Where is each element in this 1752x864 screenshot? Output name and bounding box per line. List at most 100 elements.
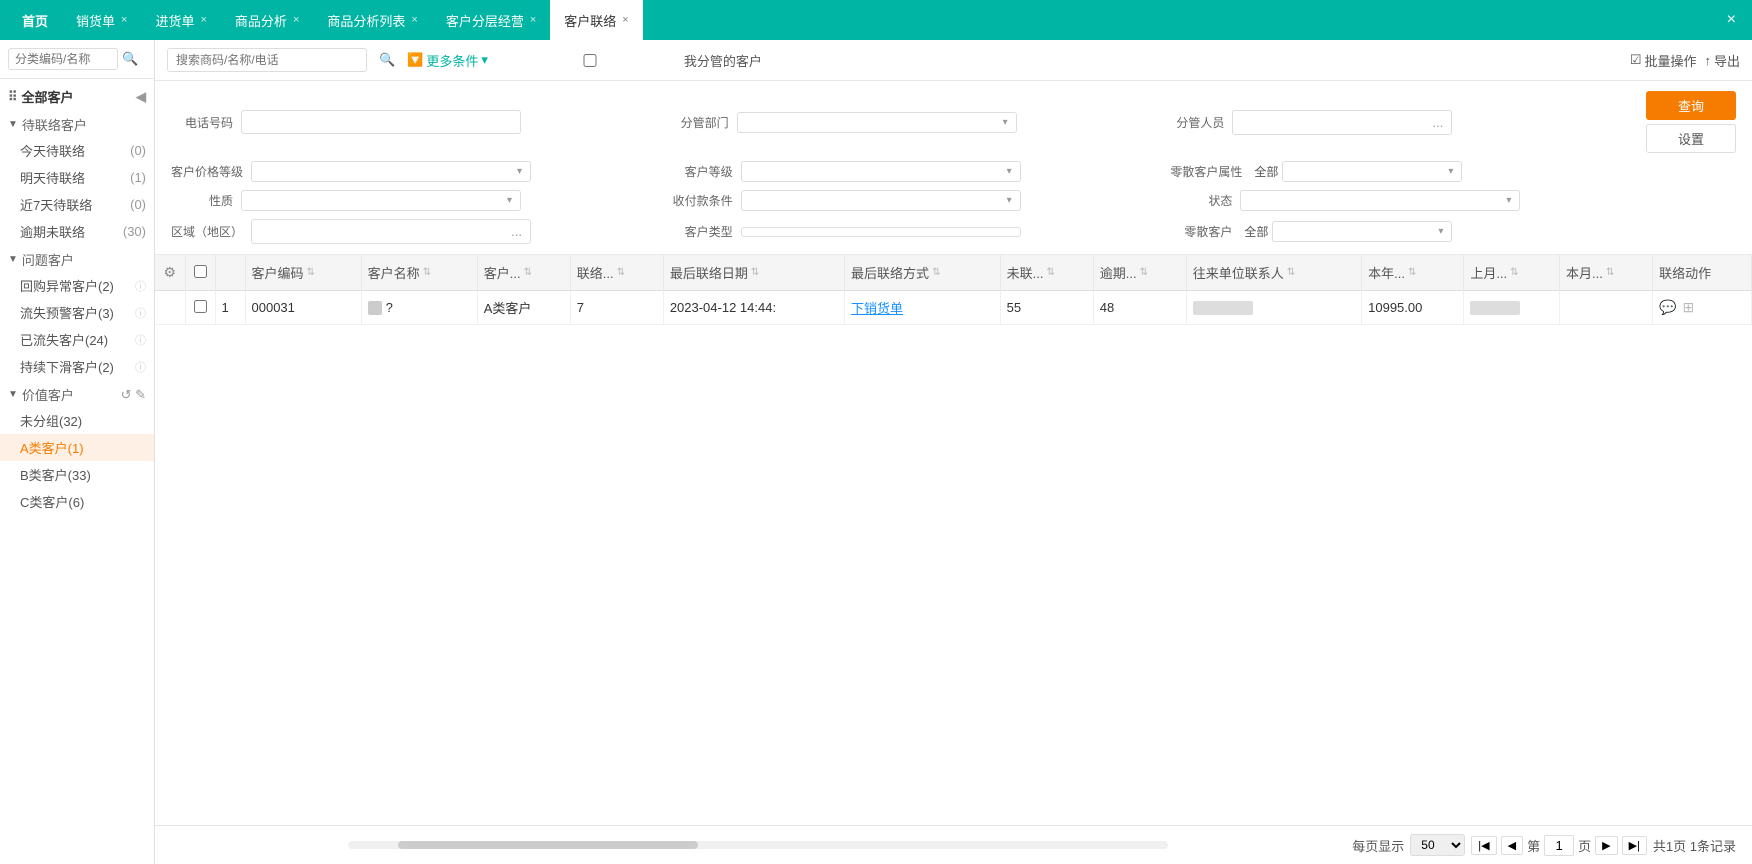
filter-customer-type-label: 客户类型 — [671, 223, 741, 240]
nav-customer-contact-close[interactable]: × — [622, 14, 628, 26]
nav-sales[interactable]: 销货单 × — [62, 0, 141, 40]
query-button[interactable]: 查询 — [1646, 91, 1736, 120]
row-last-month — [1464, 291, 1560, 325]
sidebar-item-a-class[interactable]: A类客户(1) — [0, 434, 154, 461]
filter-retail-value: 全部 — [1244, 223, 1268, 240]
nav-home[interactable]: 首页 — [8, 0, 62, 40]
nav-goods-analysis[interactable]: 商品分析 × — [221, 0, 313, 40]
gear-icon[interactable]: ⚙ — [163, 264, 176, 280]
batch-op-btn[interactable]: ☑ 批量操作 — [1630, 51, 1697, 70]
my-customers-checkbox[interactable] — [500, 54, 680, 67]
sidebar-item-churned[interactable]: 已流失客户(24) ⓘ — [0, 326, 154, 353]
filter-retail-attr-label: 零散客户属性 — [1170, 163, 1250, 180]
nav-customer-layer[interactable]: 客户分层经营 × — [432, 0, 550, 40]
sidebar-item-unclassified[interactable]: 未分组(32) — [0, 407, 154, 434]
filter-retail-select[interactable]: ▾ — [1272, 221, 1452, 242]
filter-customer-type-select[interactable] — [741, 227, 1021, 237]
next-page-btn[interactable]: ▶ — [1595, 836, 1617, 855]
table-wrapper: ⚙ 客户编码 ⇅ — [155, 255, 1752, 825]
nav-purchase[interactable]: 进货单 × — [141, 0, 220, 40]
row-not-linked: 55 — [1000, 291, 1093, 325]
col-contacts[interactable]: 联络... ⇅ — [570, 255, 663, 291]
filter-region-select[interactable]: ... — [251, 219, 531, 244]
col-overdue[interactable]: 逾期... ⇅ — [1093, 255, 1186, 291]
sidebar-group-value[interactable]: ▼ 价值客户 ↺ ✎ — [0, 380, 154, 407]
export-btn[interactable]: ↑ 导出 — [1704, 51, 1740, 70]
sidebar-item-declining[interactable]: 持续下滑客户(2) ⓘ — [0, 353, 154, 380]
filter-bar: 🔍 🔽 更多条件 ▾ 我分管的客户 ☑ 批量操作 ↑ 导出 — [155, 40, 1752, 81]
chat-action-icon[interactable]: 💬 — [1659, 299, 1676, 316]
filter-payment-select[interactable]: ▾ — [741, 190, 1021, 211]
filter-status-select[interactable]: ▾ — [1240, 190, 1520, 211]
col-this-month[interactable]: 本月... ⇅ — [1560, 255, 1653, 291]
last-page-btn[interactable]: ▶| — [1622, 836, 1647, 855]
settings-button[interactable]: 设置 — [1646, 124, 1736, 153]
page-number-input[interactable] — [1544, 835, 1574, 856]
collapse-sidebar-icon[interactable]: ◀ — [136, 89, 146, 105]
main-layout: 🔍 ⠿ 全部客户 ◀ ▼ 待联络客户 今天待联络 (0) 明天待联络 (1) 近… — [0, 40, 1752, 864]
sidebar-item-repurchase-anomaly[interactable]: 回购异常客户(2) ⓘ — [0, 272, 154, 299]
search-icon[interactable]: 🔍 — [379, 52, 395, 68]
sidebar-item-tomorrow[interactable]: 明天待联络 (1) — [0, 164, 154, 191]
filter-price-grade-select[interactable]: ▾ — [251, 161, 531, 182]
sort-icon: ⇅ — [1510, 267, 1518, 278]
all-customers-header[interactable]: ⠿ 全部客户 ◀ — [0, 79, 154, 110]
col-last-method[interactable]: 最后联络方式 ⇅ — [845, 255, 1001, 291]
sidebar-item-today[interactable]: 今天待联络 (0) — [0, 137, 154, 164]
first-page-btn[interactable]: |◀ — [1471, 836, 1496, 855]
sidebar-item-b-class[interactable]: B类客户(33) — [0, 461, 154, 488]
nav-goods-list-close[interactable]: × — [411, 14, 417, 26]
per-page-select[interactable]: 50 100 200 — [1410, 834, 1465, 856]
filter-retail-attr-select[interactable]: ▾ — [1282, 161, 1462, 182]
value-group-icons[interactable]: ↺ ✎ — [121, 387, 146, 403]
filter-actions: 查询 设置 — [1646, 91, 1736, 153]
horizontal-scrollbar[interactable] — [348, 841, 1168, 849]
more-filters-btn[interactable]: 🔽 更多条件 ▾ — [407, 51, 488, 70]
my-customers-checkbox-label[interactable]: 我分管的客户 — [500, 51, 762, 70]
sidebar-item-7days[interactable]: 近7天待联络 (0) — [0, 191, 154, 218]
nav-purchase-close[interactable]: × — [200, 14, 206, 26]
grid-action-icon[interactable]: ⊞ — [1683, 299, 1695, 316]
nav-customer-contact[interactable]: 客户联络 × — [550, 0, 642, 40]
filter-row-4: 区域（地区） ... 客户类型 零散客户 全部 — [171, 219, 1736, 244]
col-unit-contact[interactable]: 往来单位联系人 ⇅ — [1186, 255, 1361, 291]
col-code[interactable]: 客户编码 ⇅ — [245, 255, 361, 291]
chevron-down-icon: ▾ — [1003, 117, 1008, 128]
row-unit-contact — [1186, 291, 1361, 325]
search-input[interactable] — [167, 48, 367, 72]
col-name[interactable]: 客户名称 ⇅ — [361, 255, 477, 291]
sidebar-item-overdue[interactable]: 逾期未联络 (30) — [0, 218, 154, 245]
nav-goods-list[interactable]: 商品分析列表 × — [313, 0, 431, 40]
sidebar-search-icon[interactable]: 🔍 — [122, 51, 138, 67]
col-settings[interactable]: ⚙ — [155, 255, 185, 291]
filter-phone-input[interactable] — [241, 110, 521, 134]
sidebar-item-churn-warning[interactable]: 流失预警客户(3) ⓘ — [0, 299, 154, 326]
row-last-method-link[interactable]: 下销货单 — [851, 301, 903, 316]
filter-person-select[interactable]: ... — [1232, 110, 1452, 135]
filter-row-2: 客户价格等级 ▾ 客户等级 ▾ 零散客户属性 — [171, 161, 1736, 182]
row-checkbox[interactable] — [194, 300, 207, 313]
prev-page-btn[interactable]: ◀ — [1501, 836, 1523, 855]
sidebar-group-problem[interactable]: ▼ 问题客户 — [0, 245, 154, 272]
nav-sales-close[interactable]: × — [121, 14, 127, 26]
filter-nature-select[interactable]: ▾ — [241, 190, 521, 211]
select-all-checkbox[interactable] — [194, 265, 207, 278]
filter-row-3: 性质 ▾ 收付款条件 ▾ 状态 — [171, 190, 1736, 211]
sidebar-search-input[interactable] — [8, 48, 118, 70]
sidebar-group-pending[interactable]: ▼ 待联络客户 — [0, 110, 154, 137]
col-category[interactable]: 客户... ⇅ — [477, 255, 570, 291]
col-last-month[interactable]: 上月... ⇅ — [1464, 255, 1560, 291]
sidebar: 🔍 ⠿ 全部客户 ◀ ▼ 待联络客户 今天待联络 (0) 明天待联络 (1) 近… — [0, 40, 155, 864]
filter-dept-select[interactable]: ▾ — [737, 112, 1017, 133]
col-last-date[interactable]: 最后联络日期 ⇅ — [663, 255, 844, 291]
col-this-year[interactable]: 本年... ⇅ — [1362, 255, 1464, 291]
page-total-label: 页 — [1578, 836, 1591, 855]
filter-nature: 性质 ▾ — [171, 190, 647, 211]
scrollbar-thumb[interactable] — [398, 841, 698, 849]
sidebar-item-c-class[interactable]: C类客户(6) — [0, 488, 154, 515]
filter-customer-grade-select[interactable]: ▾ — [741, 161, 1021, 182]
nav-customer-layer-close[interactable]: × — [530, 14, 536, 26]
nav-goods-analysis-close[interactable]: × — [293, 14, 299, 26]
close-all-tabs[interactable]: × — [1719, 11, 1744, 29]
col-not-linked[interactable]: 未联... ⇅ — [1000, 255, 1093, 291]
